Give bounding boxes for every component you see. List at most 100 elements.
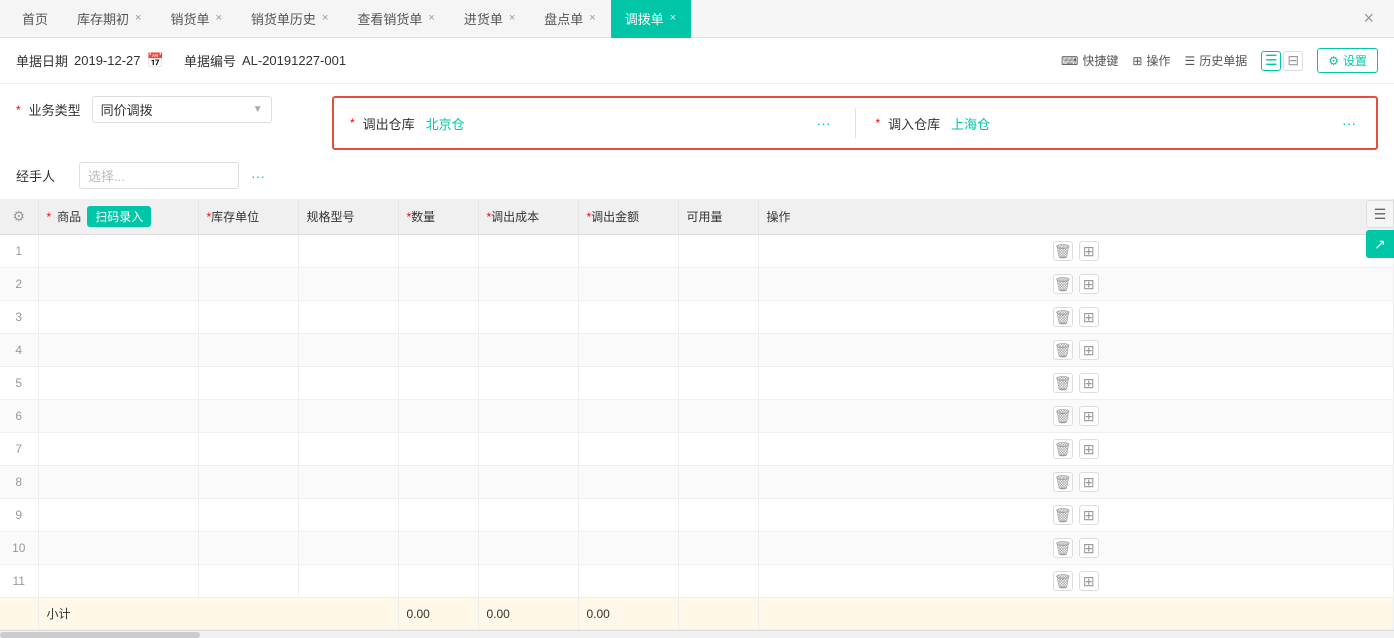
business-type-star: * <box>16 103 21 117</box>
delete-row-btn[interactable]: 🗑 <box>1053 274 1073 294</box>
delete-row-btn[interactable]: 🗑 <box>1053 340 1073 360</box>
warehouse-out-label: 调出仓库 <box>363 114 418 133</box>
gear-settings-icon[interactable]: ⚙ <box>8 208 30 225</box>
warehouse-out-value: 北京仓 <box>426 114 805 133</box>
header-actions: ⌨ 快捷键 ⊞ 操作 ☰ 历史单据 ☰ ⊟ ⚙ 设置 <box>1061 48 1378 73</box>
copy-row-btn[interactable]: ⊞ <box>1079 274 1099 294</box>
history-icon: ☰ <box>1184 54 1195 68</box>
tab-close-stock-init[interactable]: × <box>135 13 141 24</box>
delete-row-btn[interactable]: 🗑 <box>1053 241 1073 261</box>
right-float-panel: ☰ ↗ <box>1366 200 1394 258</box>
delete-row-btn[interactable]: 🗑 <box>1053 505 1073 525</box>
notes-float-btn[interactable]: ☰ <box>1366 200 1394 228</box>
tab-inventory[interactable]: 盘点单 × <box>530 0 610 38</box>
table-row: 10🗑⊞ <box>0 532 1394 565</box>
table-row: 6🗑⊞ <box>0 400 1394 433</box>
business-type-select[interactable]: 同价调拨 ▼ <box>92 96 272 123</box>
shortcuts-btn[interactable]: ⌨ 快捷键 <box>1061 52 1118 69</box>
grid-view-btn[interactable]: ⊟ <box>1283 51 1303 71</box>
gear-icon: ⚙ <box>1328 54 1339 68</box>
copy-row-btn[interactable]: ⊞ <box>1079 472 1099 492</box>
list-view-btn[interactable]: ☰ <box>1261 51 1281 71</box>
form-left: * 业务类型 同价调拨 ▼ <box>16 96 316 123</box>
table-row: 8🗑⊞ <box>0 466 1394 499</box>
dropdown-arrow-icon: ▼ <box>253 104 263 115</box>
table-row: 5🗑⊞ <box>0 367 1394 400</box>
table-body: 1🗑⊞ 2🗑⊞ 3🗑⊞ 4🗑⊞ 5🗑⊞ 6🗑⊞ 7🗑⊞ 8🗑⊞ 9🗑⊞ 10🗑⊞… <box>0 235 1394 630</box>
table-wrapper: ⚙ * 商品 扫码录入 *库存单位 规格型号 *数量 *调出成本 <box>0 199 1394 638</box>
table-row: 9🗑⊞ <box>0 499 1394 532</box>
delete-row-btn[interactable]: 🗑 <box>1053 538 1073 558</box>
bill-number-field: 单据编号 AL-20191227-001 <box>184 51 346 70</box>
warehouse-out-more-btn[interactable]: ··· <box>813 115 835 131</box>
window-close-button[interactable]: × <box>1351 8 1386 29</box>
form-area: * 业务类型 同价调拨 ▼ * 调出仓库 北京仓 ··· * 调入仓库 上海仓 <box>0 84 1394 158</box>
th-quantity: *数量 <box>398 199 478 235</box>
subtotal-transfer-amount: 0.00 <box>578 598 678 630</box>
delete-row-btn[interactable]: 🗑 <box>1053 307 1073 327</box>
warehouse-out-field: * 调出仓库 北京仓 ··· <box>350 114 835 133</box>
table-row: 7🗑⊞ <box>0 433 1394 466</box>
delete-row-btn[interactable]: 🗑 <box>1053 373 1073 393</box>
table-row-11: 11🗑⊞ <box>0 565 1394 598</box>
delete-row-btn[interactable]: 🗑 <box>1053 406 1073 426</box>
date-value[interactable]: 2019-12-27 <box>74 53 141 68</box>
copy-row-btn[interactable]: ⊞ <box>1079 538 1099 558</box>
copy-row-btn[interactable]: ⊞ <box>1079 406 1099 426</box>
tab-bar: 首页 库存期初 × 销货单 × 销货单历史 × 查看销货单 × 进货单 × 盘点… <box>0 0 1394 38</box>
header-row: 单据日期 2019-12-27 📅 单据编号 AL-20191227-001 ⌨… <box>0 38 1394 84</box>
tab-home[interactable]: 首页 <box>8 0 63 38</box>
tab-close-view-sales[interactable]: × <box>428 13 434 24</box>
subtotal-quantity: 0.00 <box>398 598 478 630</box>
th-transfer-cost: *调出成本 <box>478 199 578 235</box>
tab-close-inventory[interactable]: × <box>589 13 595 24</box>
history-btn[interactable]: ☰ 历史单据 <box>1184 52 1247 69</box>
copy-row-btn[interactable]: ⊞ <box>1079 439 1099 459</box>
external-link-float-btn[interactable]: ↗ <box>1366 230 1394 258</box>
tab-transfer[interactable]: 调拨单 × <box>611 0 691 38</box>
table-row: 3🗑⊞ <box>0 301 1394 334</box>
copy-row-btn[interactable]: ⊞ <box>1079 340 1099 360</box>
tab-close-sales-order[interactable]: × <box>215 13 221 24</box>
horizontal-scrollbar[interactable] <box>0 630 1394 638</box>
subtotal-row: 小计 0.00 0.00 0.00 <box>0 598 1394 630</box>
warehouse-out-star: * <box>350 116 355 130</box>
copy-row-btn[interactable]: ⊞ <box>1079 571 1099 591</box>
tab-sales-order[interactable]: 销货单 × <box>156 0 236 38</box>
tab-close-sales-history[interactable]: × <box>322 13 328 24</box>
delete-row-btn[interactable]: 🗑 <box>1053 571 1073 591</box>
tab-sales-history[interactable]: 销货单历史 × <box>237 0 343 38</box>
tab-purchase[interactable]: 进货单 × <box>450 0 530 38</box>
copy-row-btn[interactable]: ⊞ <box>1079 307 1099 327</box>
warehouse-in-label: 调入仓库 <box>888 114 943 133</box>
tab-view-sales[interactable]: 查看销货单 × <box>343 0 449 38</box>
table-header-row: ⚙ * 商品 扫码录入 *库存单位 规格型号 *数量 *调出成本 <box>0 199 1394 235</box>
table-row: 2🗑⊞ <box>0 268 1394 301</box>
tab-stock-init[interactable]: 库存期初 × <box>63 0 156 38</box>
delete-row-btn[interactable]: 🗑 <box>1053 439 1073 459</box>
operations-btn[interactable]: ⊞ 操作 <box>1132 52 1170 69</box>
grid-icon: ⊞ <box>1132 54 1142 68</box>
handler-more-btn[interactable]: ··· <box>247 168 269 184</box>
business-type-value: 同价调拨 <box>101 100 249 119</box>
scrollbar-thumb[interactable] <box>0 632 200 638</box>
handler-select[interactable]: 选择... <box>79 162 239 189</box>
copy-row-btn[interactable]: ⊞ <box>1079 373 1099 393</box>
settings-button[interactable]: ⚙ 设置 <box>1317 48 1378 73</box>
handler-label: 经手人 <box>16 166 71 185</box>
copy-row-btn[interactable]: ⊞ <box>1079 241 1099 261</box>
calendar-icon[interactable]: 📅 <box>147 52 164 69</box>
th-transfer-amount: *调出金额 <box>578 199 678 235</box>
warehouse-in-field: * 调入仓库 上海仓 ··· <box>876 114 1361 133</box>
th-product: * 商品 扫码录入 <box>38 199 198 235</box>
copy-row-btn[interactable]: ⊞ <box>1079 505 1099 525</box>
table-row: 4🗑⊞ <box>0 334 1394 367</box>
delete-row-btn[interactable]: 🗑 <box>1053 472 1073 492</box>
tab-close-transfer[interactable]: × <box>670 13 676 24</box>
scan-barcode-btn[interactable]: 扫码录入 <box>87 206 151 227</box>
handler-placeholder: 选择... <box>88 166 230 185</box>
warehouse-in-more-btn[interactable]: ··· <box>1338 115 1360 131</box>
tab-close-purchase[interactable]: × <box>509 13 515 24</box>
th-available: 可用量 <box>678 199 758 235</box>
th-gear: ⚙ <box>0 199 38 235</box>
